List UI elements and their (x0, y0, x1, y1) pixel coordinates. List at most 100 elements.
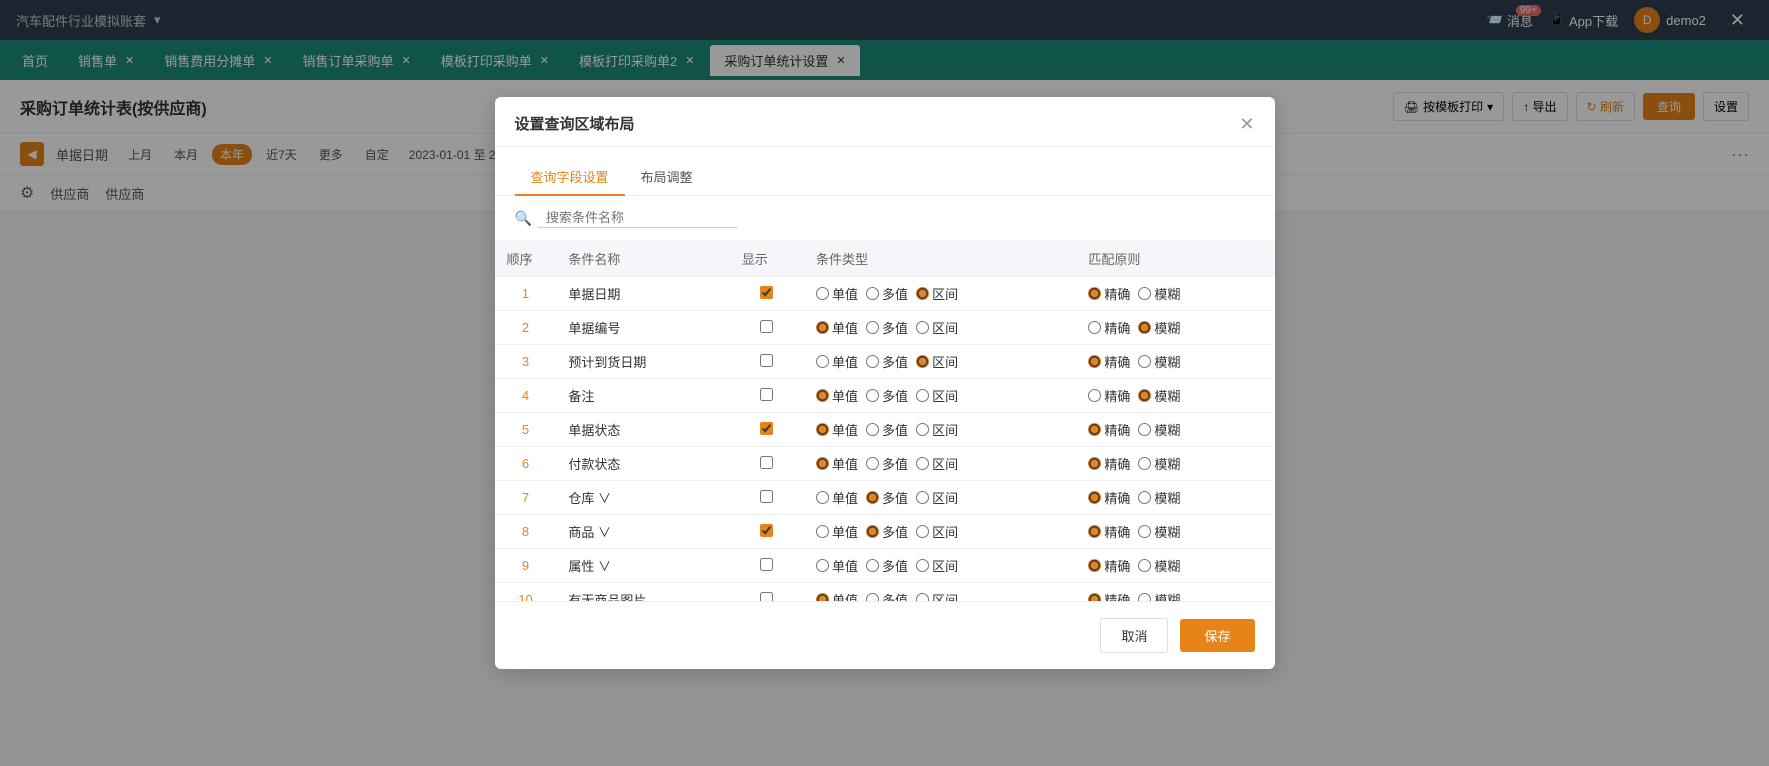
dialog-tab-layout[interactable]: 布局调整 (625, 159, 709, 196)
row-show[interactable] (730, 515, 804, 549)
type-radio-type_range[interactable]: 区间 (916, 284, 958, 303)
dialog-tab-layout-label: 布局调整 (641, 170, 693, 185)
row-show[interactable] (730, 345, 804, 379)
type-radio-type_single[interactable]: 单值 (816, 556, 858, 575)
row-show[interactable] (730, 379, 804, 413)
row-order: 5 (495, 413, 557, 447)
type-radio-type_multi[interactable]: 多值 (866, 590, 908, 601)
show-checkbox[interactable] (760, 286, 773, 299)
match-radio-match_fuzzy[interactable]: 模糊 (1138, 420, 1180, 439)
show-checkbox[interactable] (760, 456, 773, 469)
row-order: 3 (495, 345, 557, 379)
col-header-order: 顺序 (495, 241, 557, 277)
row-name: 仓库 ∨ (556, 481, 729, 515)
show-checkbox[interactable] (760, 558, 773, 571)
type-radio-type_multi[interactable]: 多值 (866, 522, 908, 541)
row-show[interactable] (730, 447, 804, 481)
match-radio-match_fuzzy[interactable]: 模糊 (1138, 318, 1180, 337)
type-radio-type_range[interactable]: 区间 (916, 352, 958, 371)
match-radio-match_fuzzy[interactable]: 模糊 (1138, 590, 1180, 601)
match-radio-match_exact[interactable]: 精确 (1088, 318, 1130, 337)
match-radio-match_fuzzy[interactable]: 模糊 (1138, 522, 1180, 541)
show-checkbox[interactable] (760, 524, 773, 537)
type-radio-type_multi[interactable]: 多值 (866, 420, 908, 439)
match-radio-match_fuzzy[interactable]: 模糊 (1138, 454, 1180, 473)
type-radio-type_range[interactable]: 区间 (916, 590, 958, 601)
type-radio-type_range[interactable]: 区间 (916, 420, 958, 439)
save-button[interactable]: 保存 (1180, 619, 1254, 652)
show-checkbox[interactable] (760, 354, 773, 367)
type-radio-type_single[interactable]: 单值 (816, 420, 858, 439)
match-radio-match_fuzzy[interactable]: 模糊 (1138, 556, 1180, 575)
type-radio-type_single[interactable]: 单值 (816, 590, 858, 601)
dialog-close-button[interactable]: ✕ (1239, 115, 1254, 133)
row-show[interactable] (730, 311, 804, 345)
type-radio-type_range[interactable]: 区间 (916, 318, 958, 337)
show-checkbox[interactable] (760, 320, 773, 333)
match-radio-match_fuzzy[interactable]: 模糊 (1138, 488, 1180, 507)
show-checkbox[interactable] (760, 422, 773, 435)
row-match: 精确模糊 (1076, 515, 1274, 549)
match-radio-match_exact[interactable]: 精确 (1088, 284, 1130, 303)
type-radio-type_single[interactable]: 单值 (816, 522, 858, 541)
dialog-tab-fields[interactable]: 查询字段设置 (515, 159, 625, 196)
table-row: 2单据编号单值多值区间精确模糊 (495, 311, 1275, 345)
match-radio-match_exact[interactable]: 精确 (1088, 488, 1130, 507)
type-radio-type_single[interactable]: 单值 (816, 386, 858, 405)
row-show[interactable] (730, 277, 804, 311)
type-radio-type_single[interactable]: 单值 (816, 284, 858, 303)
show-checkbox[interactable] (760, 490, 773, 503)
table-row: 6付款状态单值多值区间精确模糊 (495, 447, 1275, 481)
type-radio-type_range[interactable]: 区间 (916, 488, 958, 507)
match-radio-match_exact[interactable]: 精确 (1088, 352, 1130, 371)
row-type: 单值多值区间 (804, 583, 1076, 602)
row-order: 2 (495, 311, 557, 345)
col-header-name: 条件名称 (556, 241, 729, 277)
cancel-button[interactable]: 取消 (1100, 618, 1168, 653)
row-match: 精确模糊 (1076, 311, 1274, 345)
type-radio-type_multi[interactable]: 多值 (866, 386, 908, 405)
type-radio-type_multi[interactable]: 多值 (866, 454, 908, 473)
match-radio-match_exact[interactable]: 精确 (1088, 522, 1130, 541)
match-radio-match_exact[interactable]: 精确 (1088, 420, 1130, 439)
row-order: 4 (495, 379, 557, 413)
row-show[interactable] (730, 481, 804, 515)
type-radio-type_range[interactable]: 区间 (916, 454, 958, 473)
match-radio-match_exact[interactable]: 精确 (1088, 590, 1130, 601)
type-radio-type_multi[interactable]: 多值 (866, 556, 908, 575)
type-radio-type_single[interactable]: 单值 (816, 318, 858, 337)
show-checkbox[interactable] (760, 592, 773, 602)
type-radio-type_single[interactable]: 单值 (816, 488, 858, 507)
row-show[interactable] (730, 549, 804, 583)
table-row: 1单据日期单值多值区间精确模糊 (495, 277, 1275, 311)
row-match: 精确模糊 (1076, 345, 1274, 379)
type-radio-type_multi[interactable]: 多值 (866, 318, 908, 337)
match-radio-match_fuzzy[interactable]: 模糊 (1138, 284, 1180, 303)
type-radio-type_range[interactable]: 区间 (916, 556, 958, 575)
row-type: 单值多值区间 (804, 413, 1076, 447)
type-radio-type_range[interactable]: 区间 (916, 522, 958, 541)
match-radio-match_fuzzy[interactable]: 模糊 (1138, 352, 1180, 371)
match-radio-match_exact[interactable]: 精确 (1088, 556, 1130, 575)
row-match: 精确模糊 (1076, 277, 1274, 311)
col-header-type: 条件类型 (804, 241, 1076, 277)
row-show[interactable] (730, 413, 804, 447)
match-radio-match_exact[interactable]: 精确 (1088, 454, 1130, 473)
match-radio-match_exact[interactable]: 精确 (1088, 386, 1130, 405)
match-radio-match_fuzzy[interactable]: 模糊 (1138, 386, 1180, 405)
show-checkbox[interactable] (760, 388, 773, 401)
type-radio-type_multi[interactable]: 多值 (866, 352, 908, 371)
type-radio-type_multi[interactable]: 多值 (866, 284, 908, 303)
table-row: 9属性 ∨单值多值区间精确模糊 (495, 549, 1275, 583)
type-radio-type_multi[interactable]: 多值 (866, 488, 908, 507)
row-order: 9 (495, 549, 557, 583)
type-radio-type_single[interactable]: 单值 (816, 454, 858, 473)
table-row: 3预计到货日期单值多值区间精确模糊 (495, 345, 1275, 379)
row-show[interactable] (730, 583, 804, 602)
type-radio-type_single[interactable]: 单值 (816, 352, 858, 371)
type-radio-type_range[interactable]: 区间 (916, 386, 958, 405)
search-input[interactable] (538, 208, 738, 228)
table-row: 10有无商品图片单值多值区间精确模糊 (495, 583, 1275, 602)
dialog-search-area: 🔍 (495, 196, 1275, 241)
col-header-show: 显示 (730, 241, 804, 277)
